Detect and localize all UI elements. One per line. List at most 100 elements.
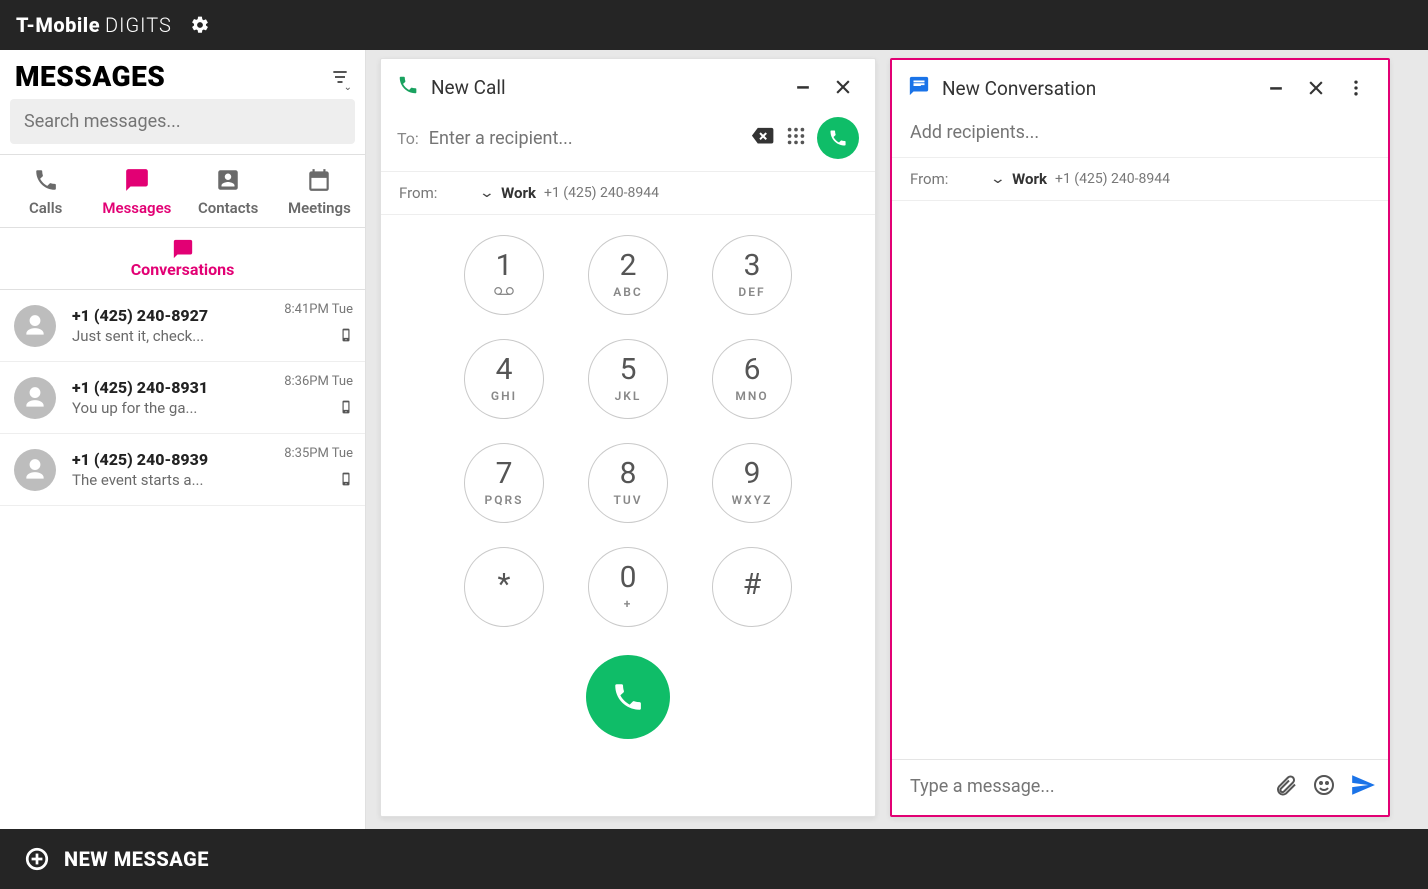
tab-label: Contacts: [198, 199, 258, 217]
compose-input[interactable]: [904, 766, 1262, 807]
list-item[interactable]: +1 (425) 240-8939 The event starts a... …: [0, 434, 365, 506]
key-letters: [494, 285, 514, 299]
conversation-preview: Just sent it, check...: [72, 327, 280, 345]
gear-icon[interactable]: [186, 11, 214, 39]
key-letters: TUV: [613, 493, 642, 507]
sidebar: MESSAGES ⌄ Calls Messages Contacts: [0, 50, 366, 829]
tab-calls[interactable]: Calls: [0, 155, 91, 227]
chevron-down-icon: ⌄: [990, 171, 1006, 187]
tab-label: Meetings: [288, 199, 351, 217]
conversation-time: 8:41PM Tue: [284, 302, 353, 317]
key-letters: DEF: [738, 285, 765, 299]
conversation-preview: You up for the ga...: [72, 399, 280, 417]
panel-title: New Conversation: [942, 77, 1250, 100]
call-button-small[interactable]: [817, 117, 859, 159]
dialpad-key-8[interactable]: 8 TUV: [588, 443, 668, 523]
conversation-body: [892, 201, 1388, 759]
key-digit: 2: [620, 251, 637, 281]
more-icon[interactable]: [1342, 74, 1370, 102]
avatar: [14, 305, 56, 347]
dialpad-key-9[interactable]: 9 WXYZ: [712, 443, 792, 523]
conversation-list: +1 (425) 240-8927 Just sent it, check...…: [0, 290, 365, 829]
from-name: Work: [1012, 170, 1047, 188]
key-letters: GHI: [491, 389, 517, 403]
from-name: Work: [501, 184, 536, 202]
close-icon[interactable]: [1302, 74, 1330, 102]
dialpad-key-3[interactable]: 3 DEF: [712, 235, 792, 315]
key-digit: 0: [620, 563, 637, 593]
from-label: From:: [399, 184, 437, 202]
minimize-icon[interactable]: [789, 73, 817, 101]
attachment-icon[interactable]: [1274, 773, 1298, 801]
backspace-icon[interactable]: [749, 123, 775, 153]
avatar: [14, 449, 56, 491]
send-icon[interactable]: [1350, 772, 1376, 802]
call-button[interactable]: [586, 655, 670, 739]
dialpad-key-2[interactable]: 2 ABC: [588, 235, 668, 315]
search-input[interactable]: [10, 99, 355, 144]
conversation-title: +1 (425) 240-8939: [72, 450, 280, 469]
from-label: From:: [910, 170, 948, 188]
dialpad-key-5[interactable]: 5JKL: [588, 339, 668, 419]
dialpad-key-7[interactable]: 7 PQRS: [464, 443, 544, 523]
key-digit: #: [743, 570, 761, 600]
dialpad-key-*[interactable]: *: [464, 547, 544, 627]
mobile-icon: [339, 469, 353, 493]
subtab-label: Conversations: [131, 260, 235, 279]
dialpad-key-#[interactable]: #: [712, 547, 792, 627]
key-digit: 3: [744, 251, 761, 281]
mobile-icon: [339, 397, 353, 421]
chevron-down-icon: ⌄: [479, 185, 495, 201]
mobile-icon: [339, 325, 353, 349]
conversation-preview: The event starts a...: [72, 471, 280, 489]
key-digit: 9: [744, 459, 761, 489]
brand: T-Mobile DIGITS: [16, 13, 172, 37]
close-icon[interactable]: [829, 73, 857, 101]
main-tabs: Calls Messages Contacts Meetings: [0, 154, 365, 228]
from-number: +1 (425) 240-8944: [544, 185, 659, 201]
tab-contacts[interactable]: Contacts: [183, 155, 274, 227]
dialpad-icon[interactable]: [785, 125, 807, 151]
message-icon: [908, 75, 930, 101]
key-digit: 8: [620, 459, 637, 489]
dialpad-key-4[interactable]: 4 GHI: [464, 339, 544, 419]
conversation-time: 8:36PM Tue: [284, 374, 353, 389]
new-conversation-panel: New Conversation From: ⌄ Work +1 (425) 2…: [890, 58, 1390, 817]
dialpad-key-0[interactable]: 0+: [588, 547, 668, 627]
conversation-time: 8:35PM Tue: [284, 446, 353, 461]
subtab-conversations[interactable]: Conversations: [0, 228, 365, 290]
key-letters: WXYZ: [732, 493, 773, 507]
recipients-input[interactable]: [892, 114, 1388, 157]
emoji-icon[interactable]: [1312, 773, 1336, 801]
key-digit: 6: [744, 355, 761, 385]
new-call-panel: New Call To:: [380, 58, 876, 817]
list-item[interactable]: +1 (425) 240-8927 Just sent it, check...…: [0, 290, 365, 362]
new-message-button[interactable]: NEW MESSAGE: [0, 829, 1428, 889]
list-item[interactable]: +1 (425) 240-8931 You up for the ga... 8…: [0, 362, 365, 434]
filter-icon[interactable]: ⌄: [330, 67, 350, 87]
dialpad-key-1[interactable]: 1: [464, 235, 544, 315]
from-selector[interactable]: ⌄ Work +1 (425) 240-8944: [481, 184, 659, 202]
recipient-input[interactable]: [429, 128, 739, 149]
key-digit: 7: [496, 459, 513, 489]
key-digit: 1: [496, 251, 513, 281]
tab-label: Messages: [102, 199, 171, 217]
key-letters: JKL: [615, 389, 642, 403]
key-digit: 4: [496, 355, 513, 385]
key-letters: PQRS: [485, 493, 524, 507]
app-topbar: T-Mobile DIGITS: [0, 0, 1428, 50]
tab-label: Calls: [29, 199, 62, 217]
avatar: [14, 377, 56, 419]
from-selector[interactable]: ⌄ Work +1 (425) 240-8944: [992, 170, 1170, 188]
panel-title: New Call: [431, 76, 777, 99]
from-number: +1 (425) 240-8944: [1055, 171, 1170, 187]
key-letters: +: [624, 597, 633, 611]
dialpad-key-6[interactable]: 6 MNO: [712, 339, 792, 419]
tab-messages[interactable]: Messages: [91, 155, 182, 227]
dialpad: 12ABC3DEF4GHI5JKL6MNO7PQRS8TUV9WXYZ*0+#: [381, 215, 875, 816]
phone-icon: [397, 74, 419, 100]
key-letters: MNO: [735, 389, 768, 403]
tab-meetings[interactable]: Meetings: [274, 155, 365, 227]
key-letters: ABC: [613, 285, 642, 299]
minimize-icon[interactable]: [1262, 74, 1290, 102]
